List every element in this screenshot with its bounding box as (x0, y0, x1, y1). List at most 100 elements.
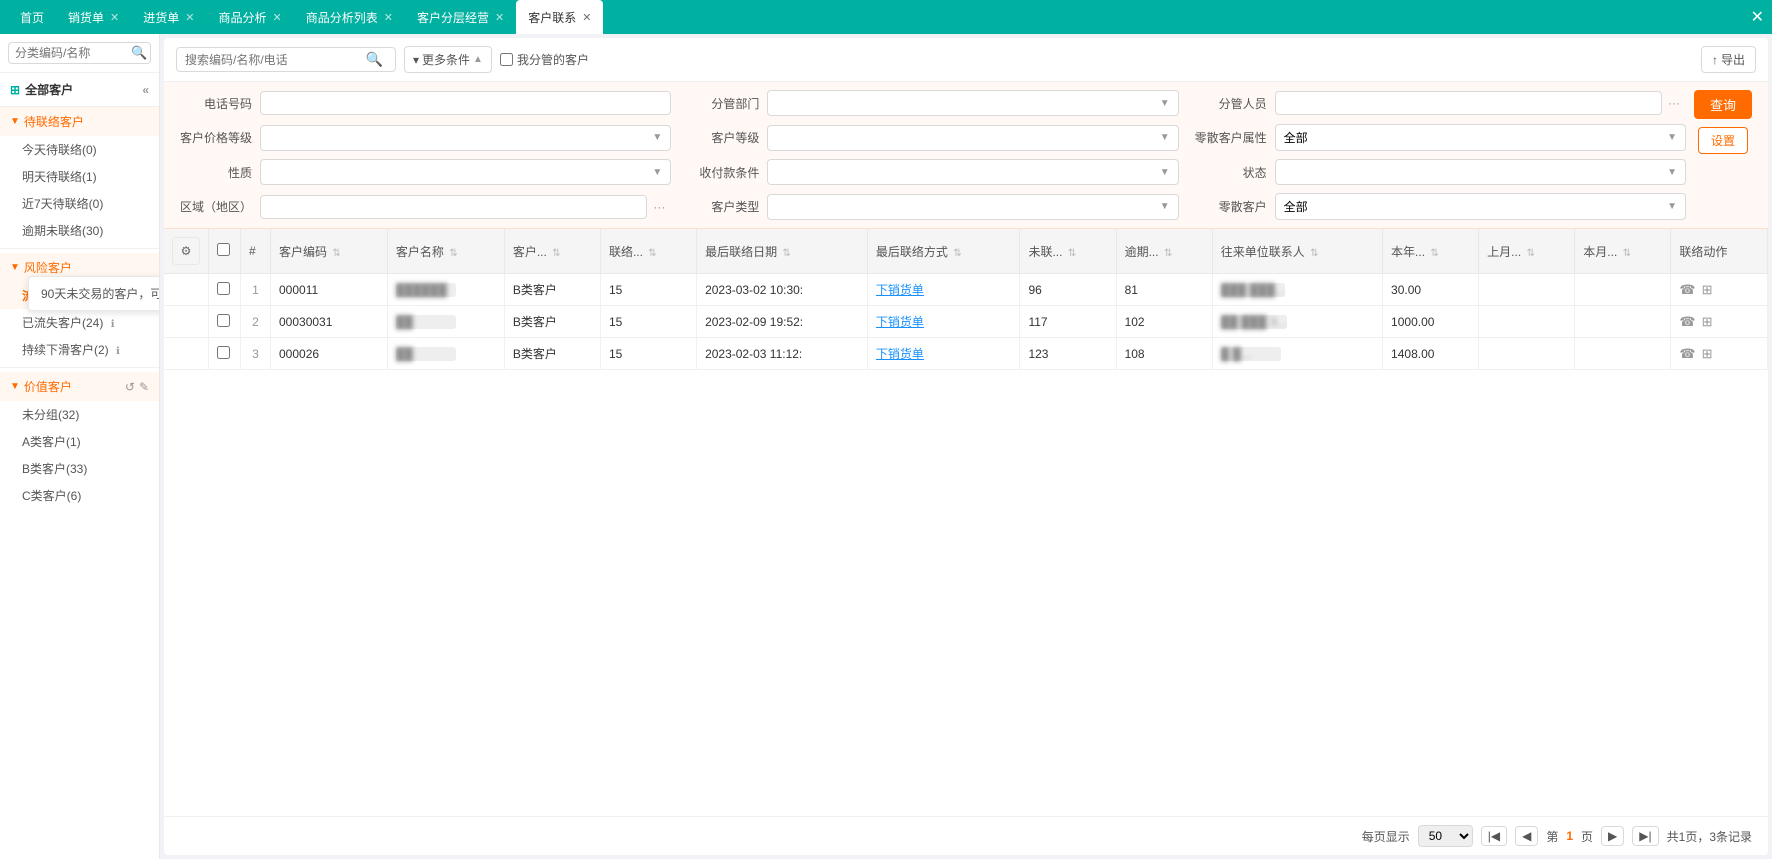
sort-unit-contact-icon[interactable]: ⇅ (1310, 248, 1318, 259)
row-check-0[interactable] (217, 282, 230, 295)
filter-select-price-tier[interactable]: ▼ (260, 125, 671, 151)
filter-select-payment[interactable]: ▼ (767, 159, 1178, 185)
query-button[interactable]: 查询 (1694, 90, 1752, 119)
filter-input-phone[interactable] (260, 91, 671, 115)
row-action-2[interactable]: ☎ ⊞ (1671, 338, 1768, 370)
tab-product-analysis[interactable]: 商品分析 ✕ (206, 0, 293, 34)
next-page-button[interactable]: ▶ (1601, 826, 1624, 846)
col-last-date[interactable]: 最后联络日期 ⇅ (697, 229, 868, 274)
sort-this-year-icon[interactable]: ⇅ (1430, 248, 1438, 259)
export-button[interactable]: ↑ 导出 (1701, 46, 1756, 73)
filter-select-customer-tier[interactable]: ▼ (767, 125, 1178, 151)
edit-icon-value[interactable]: ✎ (139, 380, 149, 394)
sidebar-item-overdue[interactable]: 逾期未联络(30) (0, 217, 159, 244)
row-last-method-1[interactable]: 下销货单 (867, 306, 1020, 338)
sidebar-item-today[interactable]: 今天待联络(0) (0, 136, 159, 163)
col-checkbox[interactable] (209, 229, 241, 274)
setting-button[interactable]: 设置 (1698, 127, 1748, 154)
col-overdue[interactable]: 逾期... ⇅ (1116, 229, 1212, 274)
manager-dots-icon[interactable]: ··· (1662, 96, 1686, 110)
sidebar-item-7days[interactable]: 近7天待联络(0) (0, 190, 159, 217)
settings-gear-icon[interactable]: ⚙ (172, 237, 200, 265)
sidebar-item-declining[interactable]: 持续下滑客户(2) ℹ (0, 336, 159, 363)
row-checkbox-0[interactable] (209, 274, 241, 306)
my-customers-checkbox-label[interactable]: 我分管的客户 (500, 51, 589, 68)
col-type[interactable]: 客户... ⇅ (504, 229, 600, 274)
last-page-button[interactable]: ▶| (1632, 826, 1658, 846)
row-action-0[interactable]: ☎ ⊞ (1671, 274, 1768, 306)
my-customers-checkbox[interactable] (500, 53, 513, 66)
tab-customer-contact[interactable]: 客户联系 ✕ (516, 0, 603, 34)
filter-select-dept[interactable]: ▼ (767, 90, 1178, 116)
refresh-icon-value[interactable]: ↺ (125, 380, 135, 394)
sidebar-item-class-c[interactable]: C类客户(6) (0, 482, 159, 509)
more-filter-button[interactable]: ▾ 更多条件 ▲ (404, 46, 492, 73)
row-action-1[interactable]: ☎ ⊞ (1671, 306, 1768, 338)
sidebar-group-pending[interactable]: ▼ 待联络客户 (0, 107, 159, 136)
sidebar-item-class-a[interactable]: A类客户(1) (0, 428, 159, 455)
action-phone-icon-1[interactable]: ☎ (1679, 314, 1695, 330)
region-dots-icon[interactable]: ··· (647, 200, 671, 214)
sort-overdue-icon[interactable]: ⇅ (1164, 248, 1172, 259)
select-all-checkbox[interactable] (217, 243, 230, 256)
close-icon-purchase[interactable]: ✕ (185, 11, 194, 24)
sidebar-search-input[interactable] (8, 42, 151, 64)
row-checkbox-2[interactable] (209, 338, 241, 370)
row-check-2[interactable] (217, 346, 230, 359)
sidebar-group-value[interactable]: ▼ 价值客户 ↺ ✎ (0, 372, 159, 401)
collapse-sidebar-icon[interactable]: « (142, 83, 149, 97)
filter-input-region[interactable] (260, 195, 647, 219)
close-window-icon[interactable]: ✕ (1751, 7, 1764, 27)
action-more-icon-1[interactable]: ⊞ (1702, 314, 1713, 330)
filter-select-status[interactable]: ▼ (1275, 159, 1686, 185)
sort-name-icon[interactable]: ⇅ (449, 248, 457, 259)
action-more-icon-2[interactable]: ⊞ (1702, 346, 1713, 362)
page-size-select[interactable]: 50 100 200 (1418, 825, 1473, 847)
tab-sales[interactable]: 销货单 ✕ (56, 0, 131, 34)
action-phone-icon-0[interactable]: ☎ (1679, 282, 1695, 298)
col-code[interactable]: 客户编码 ⇅ (271, 229, 388, 274)
filter-select-nature[interactable]: ▼ (260, 159, 671, 185)
col-no-contact[interactable]: 未联... ⇅ (1020, 229, 1116, 274)
filter-input-manager[interactable] (1275, 91, 1662, 115)
tab-product-analysis-list[interactable]: 商品分析列表 ✕ (294, 0, 405, 34)
filter-select-sparse-customer[interactable]: 全部 ▼ (1275, 193, 1686, 220)
col-this-month[interactable]: 本月... ⇅ (1575, 229, 1671, 274)
filter-select-customer-type[interactable]: ▼ (767, 194, 1178, 220)
col-this-year[interactable]: 本年... ⇅ (1383, 229, 1479, 274)
sidebar-item-class-b[interactable]: B类客户(33) (0, 455, 159, 482)
close-icon-customer-tier[interactable]: ✕ (495, 11, 504, 24)
row-check-1[interactable] (217, 314, 230, 327)
sort-this-month-icon[interactable]: ⇅ (1623, 248, 1631, 259)
sidebar-item-churned[interactable]: 已流失客户(24) ℹ (0, 309, 159, 336)
close-icon-customer-contact[interactable]: ✕ (582, 11, 591, 24)
sort-last-date-icon[interactable]: ⇅ (782, 248, 790, 259)
row-last-method-2[interactable]: 下销货单 (867, 338, 1020, 370)
sort-type-icon[interactable]: ⇅ (552, 248, 560, 259)
sort-last-month-icon[interactable]: ⇅ (1527, 248, 1535, 259)
sidebar-item-tomorrow[interactable]: 明天待联络(1) (0, 163, 159, 190)
col-last-method[interactable]: 最后联络方式 ⇅ (867, 229, 1020, 274)
col-contact[interactable]: 联络... ⇅ (600, 229, 696, 274)
search-button[interactable]: 🔍 (362, 51, 387, 68)
col-name[interactable]: 客户名称 ⇅ (387, 229, 504, 274)
tab-purchase[interactable]: 进货单 ✕ (131, 0, 206, 34)
close-icon-product-analysis[interactable]: ✕ (273, 11, 282, 24)
row-checkbox-1[interactable] (209, 306, 241, 338)
close-icon-product-analysis-list[interactable]: ✕ (384, 11, 393, 24)
col-last-month[interactable]: 上月... ⇅ (1479, 229, 1575, 274)
sort-code-icon[interactable]: ⇅ (332, 248, 340, 259)
row-last-method-0[interactable]: 下销货单 (867, 274, 1020, 306)
action-phone-icon-2[interactable]: ☎ (1679, 346, 1695, 362)
sort-last-method-icon[interactable]: ⇅ (953, 248, 961, 259)
col-unit-contact[interactable]: 往来单位联系人 ⇅ (1212, 229, 1382, 274)
search-input[interactable] (185, 53, 362, 67)
tab-customer-tier[interactable]: 客户分层经营 ✕ (405, 0, 516, 34)
col-settings[interactable]: ⚙ (164, 229, 209, 274)
first-page-button[interactable]: |◀ (1481, 826, 1507, 846)
filter-select-sparse-attr[interactable]: 全部 ▼ (1275, 124, 1686, 151)
sort-no-contact-icon[interactable]: ⇅ (1068, 248, 1076, 259)
sort-contact-icon[interactable]: ⇅ (648, 248, 656, 259)
close-icon-sales[interactable]: ✕ (110, 11, 119, 24)
tab-home[interactable]: 首页 (8, 0, 56, 34)
